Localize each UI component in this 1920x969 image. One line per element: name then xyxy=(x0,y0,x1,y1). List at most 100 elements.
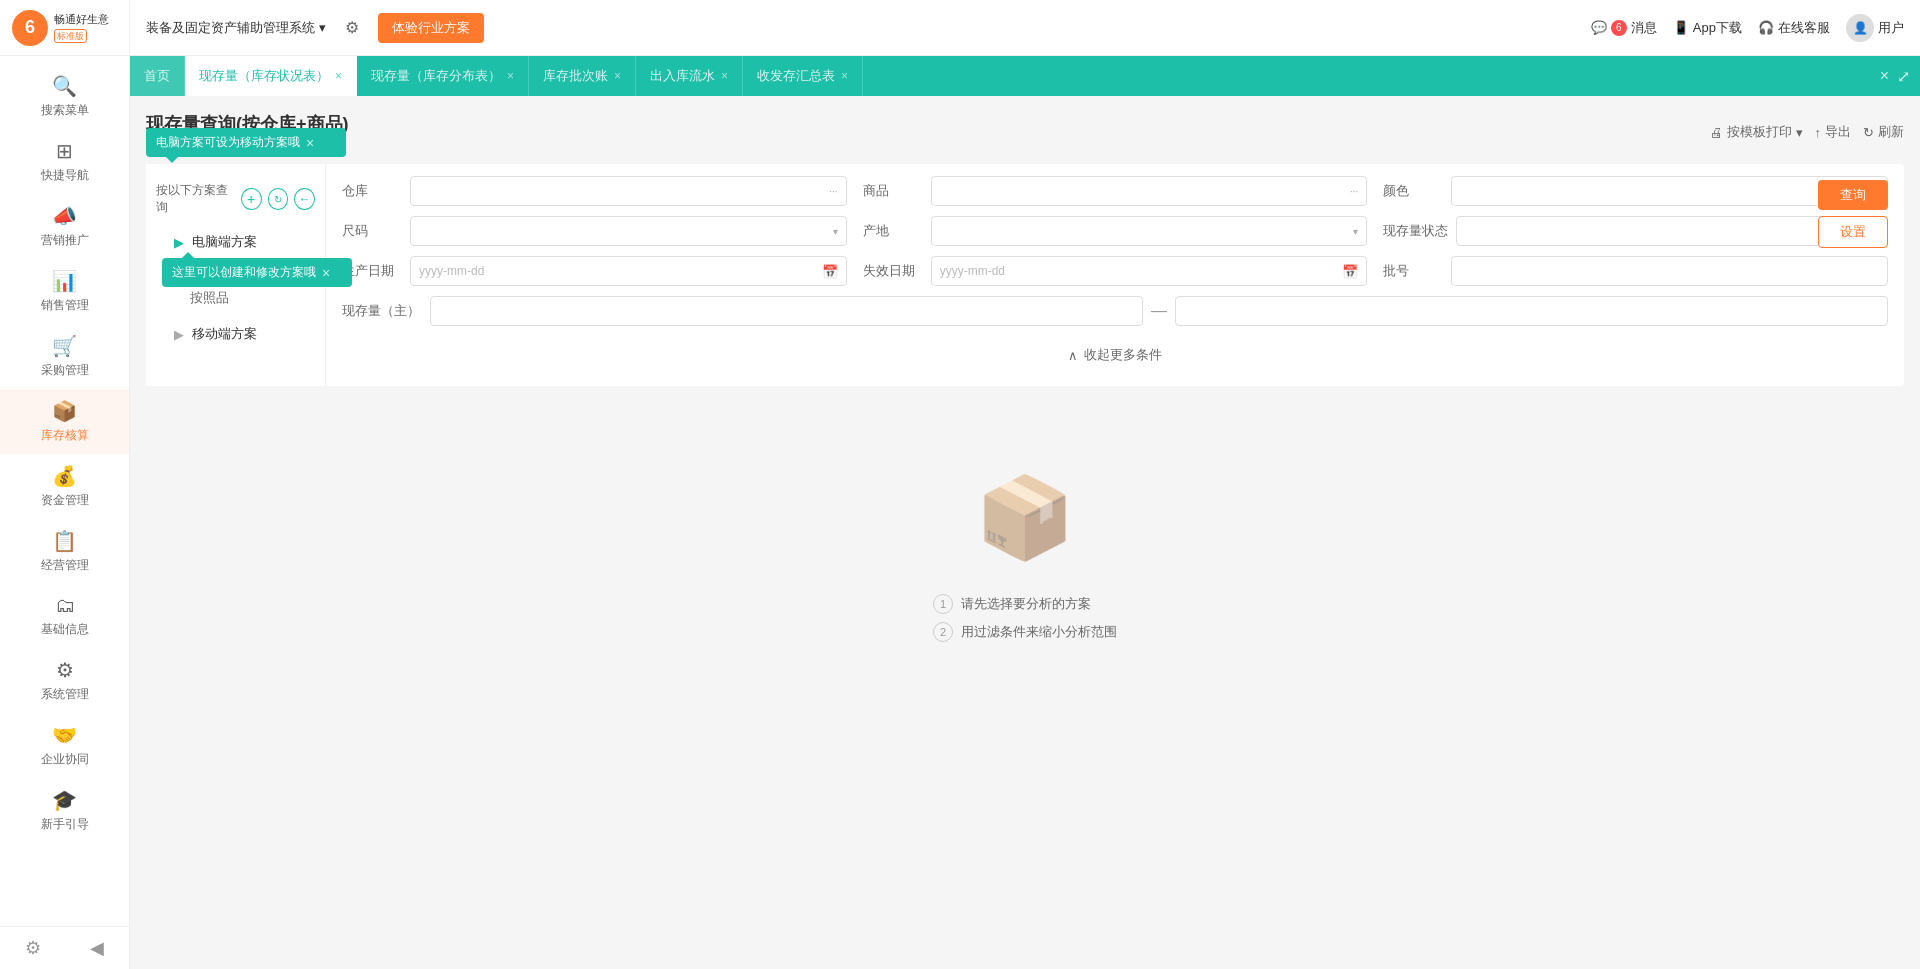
operations-icon: 📋 xyxy=(52,529,77,553)
schema-group-pc: ▶ 电脑端方案 这里可以创建和修改方案哦 × 按照品 按照品 xyxy=(162,224,325,316)
sidebar-item-marketing[interactable]: 📣 营销推广 xyxy=(0,194,129,259)
schema-mobile-label: 移动端方案 xyxy=(192,325,257,343)
schema-item-1[interactable]: 按照品 xyxy=(162,284,325,312)
online-service-btn[interactable]: 🎧 在线客服 xyxy=(1758,19,1830,37)
inventory-status-label: 现存量状态 xyxy=(1383,222,1448,240)
marketing-icon: 📣 xyxy=(52,204,77,228)
origin-select[interactable]: ▾ xyxy=(931,216,1368,246)
goods-select[interactable]: ··· xyxy=(931,176,1368,206)
brand-badge: 标准版 xyxy=(54,29,87,44)
logo-text: 畅通好生意 标准版 xyxy=(54,12,109,44)
sidebar-item-inventory[interactable]: 📦 库存核算 xyxy=(0,389,129,454)
arrow-btn[interactable]: ← xyxy=(294,188,315,210)
tab-close-all-btn[interactable]: × xyxy=(1880,67,1889,85)
sidebar-label-marketing: 营销推广 xyxy=(41,232,89,249)
tab-home[interactable]: 首页 xyxy=(130,56,185,96)
quantity-to-input[interactable] xyxy=(1175,296,1888,326)
sidebar-label-system: 系统管理 xyxy=(41,686,89,703)
sidebar-item-guide[interactable]: ⊞ 快捷导航 xyxy=(0,129,129,194)
sidebar-label-finance: 资金管理 xyxy=(41,492,89,509)
produce-date-input[interactable]: yyyy-mm-dd 📅 xyxy=(410,256,847,286)
schema-mobile-header[interactable]: ▶ 移动端方案 xyxy=(162,320,325,348)
tab-in-out-flow[interactable]: 出入库流水 × xyxy=(636,56,743,96)
color-label: 颜色 xyxy=(1383,182,1443,200)
warehouse-select[interactable]: ··· xyxy=(410,176,847,206)
tooltip2-close[interactable]: × xyxy=(322,265,330,281)
guide-icon: ⊞ xyxy=(56,139,73,163)
collapse-more-btn[interactable]: ∧ 收起更多条件 xyxy=(342,336,1888,374)
phone-icon: 📱 xyxy=(1673,20,1689,35)
logo-icon: 6 xyxy=(12,10,48,46)
chevron-down-icon: ▾ xyxy=(319,20,326,35)
export-label: 导出 xyxy=(1825,123,1851,141)
header-left: 装备及固定资产辅助管理系统 ▾ ⚙ 体验行业方案 xyxy=(146,13,484,43)
user-btn[interactable]: 👤 用户 xyxy=(1846,14,1904,42)
tab-close-inventory-status[interactable]: × xyxy=(335,69,342,83)
sidebar-label-inventory: 库存核算 xyxy=(41,427,89,444)
size-select[interactable]: ▾ xyxy=(410,216,847,246)
tab-collect-summary[interactable]: 收发存汇总表 × xyxy=(743,56,863,96)
add-scheme-btn[interactable]: + xyxy=(241,188,262,210)
sidebar-label-newbie: 新手引导 xyxy=(41,816,89,833)
tab-inventory-dist[interactable]: 现存量（库存分布表） × xyxy=(357,56,529,96)
inventory-icon: 📦 xyxy=(52,399,77,423)
step-1-text: 请先选择要分析的方案 xyxy=(961,595,1091,613)
sidebar-item-search[interactable]: 🔍 搜索菜单 xyxy=(0,64,129,129)
empty-step-1: 1 请先选择要分析的方案 xyxy=(933,594,1117,614)
filter-batch: 批号 xyxy=(1383,256,1888,286)
tab-close-flow[interactable]: × xyxy=(721,69,728,83)
tab-close-summary[interactable]: × xyxy=(841,69,848,83)
tab-expand-btn[interactable]: ⤢ xyxy=(1897,67,1910,86)
sidebar-item-finance[interactable]: 💰 资金管理 xyxy=(0,454,129,519)
system-name: 装备及固定资产辅助管理系统 xyxy=(146,19,315,37)
print-btn[interactable]: 🖨 按模板打印 ▾ xyxy=(1710,123,1803,141)
refresh-scheme-btn[interactable]: ↻ xyxy=(268,188,289,210)
tab-home-label: 首页 xyxy=(144,67,170,85)
tooltip-scheme: 电脑方案可设为移动方案哦 × xyxy=(146,128,346,157)
produce-date-icon: 📅 xyxy=(822,264,838,279)
header-settings-btn[interactable]: ⚙ xyxy=(338,14,366,42)
goods-label: 商品 xyxy=(863,182,923,200)
tab-close-batch[interactable]: × xyxy=(614,69,621,83)
reset-btn[interactable]: 设置 xyxy=(1818,216,1888,248)
step-2-text: 用过滤条件来缩小分析范围 xyxy=(961,623,1117,641)
sidebar-item-operations[interactable]: 📋 经营管理 xyxy=(0,519,129,584)
settings-bottom-btn[interactable]: ⚙ xyxy=(25,937,41,959)
sidebar-label-basic: 基础信息 xyxy=(41,621,89,638)
trial-btn[interactable]: 体验行业方案 xyxy=(378,13,484,43)
sidebar-label-search: 搜索菜单 xyxy=(41,102,89,119)
tab-in-out-flow-label: 出入库流水 xyxy=(650,67,715,85)
sidebar-item-sales[interactable]: 📊 销售管理 xyxy=(0,259,129,324)
export-btn[interactable]: ↑ 导出 xyxy=(1815,123,1852,141)
tab-close-inventory-dist[interactable]: × xyxy=(507,69,514,83)
sidebar-label-purchase: 采购管理 xyxy=(41,362,89,379)
quantity-from-input[interactable] xyxy=(430,296,1143,326)
empty-steps: 1 请先选择要分析的方案 2 用过滤条件来缩小分析范围 xyxy=(933,594,1117,642)
tab-bar-actions: × ⤢ xyxy=(1870,56,1920,96)
schema-pc-header[interactable]: ▶ 电脑端方案 这里可以创建和修改方案哦 × xyxy=(162,228,325,256)
sidebar-item-basic[interactable]: 🗂 基础信息 xyxy=(0,584,129,648)
newbie-icon: 🎓 xyxy=(52,788,77,812)
message-badge: 6 xyxy=(1611,20,1627,36)
collapse-icon: ∧ xyxy=(1068,348,1078,363)
sidebar-item-purchase[interactable]: 🛒 采购管理 xyxy=(0,324,129,389)
collapse-btn[interactable]: ◀ xyxy=(90,937,104,959)
batch-input[interactable] xyxy=(1451,256,1888,286)
tooltip1-close[interactable]: × xyxy=(306,135,314,151)
tab-batch-account[interactable]: 库存批次账 × xyxy=(529,56,636,96)
sidebar-item-newbie[interactable]: 🎓 新手引导 xyxy=(0,778,129,843)
tab-batch-account-label: 库存批次账 xyxy=(543,67,608,85)
message-btn[interactable]: 💬 6 消息 xyxy=(1591,19,1657,37)
tab-inventory-status[interactable]: 现存量（库存状况表） × xyxy=(185,56,357,96)
refresh-btn[interactable]: ↻ 刷新 xyxy=(1863,123,1904,141)
system-select[interactable]: 装备及固定资产辅助管理系统 ▾ xyxy=(146,19,326,37)
expire-date-input[interactable]: yyyy-mm-dd 📅 xyxy=(931,256,1368,286)
service-label: 在线客服 xyxy=(1778,19,1830,37)
app-download-btn[interactable]: 📱 App下载 xyxy=(1673,19,1742,37)
sidebar-item-system[interactable]: ⚙ 系统管理 xyxy=(0,648,129,713)
tab-bar: 首页 现存量（库存状况表） × 现存量（库存分布表） × 库存批次账 × 出入库… xyxy=(130,56,1920,96)
sidebar-item-enterprise[interactable]: 🤝 企业协同 xyxy=(0,713,129,778)
query-btn[interactable]: 查询 xyxy=(1818,180,1888,210)
sidebar-label-operations: 经营管理 xyxy=(41,557,89,574)
print-dropdown-icon: ▾ xyxy=(1796,125,1803,140)
